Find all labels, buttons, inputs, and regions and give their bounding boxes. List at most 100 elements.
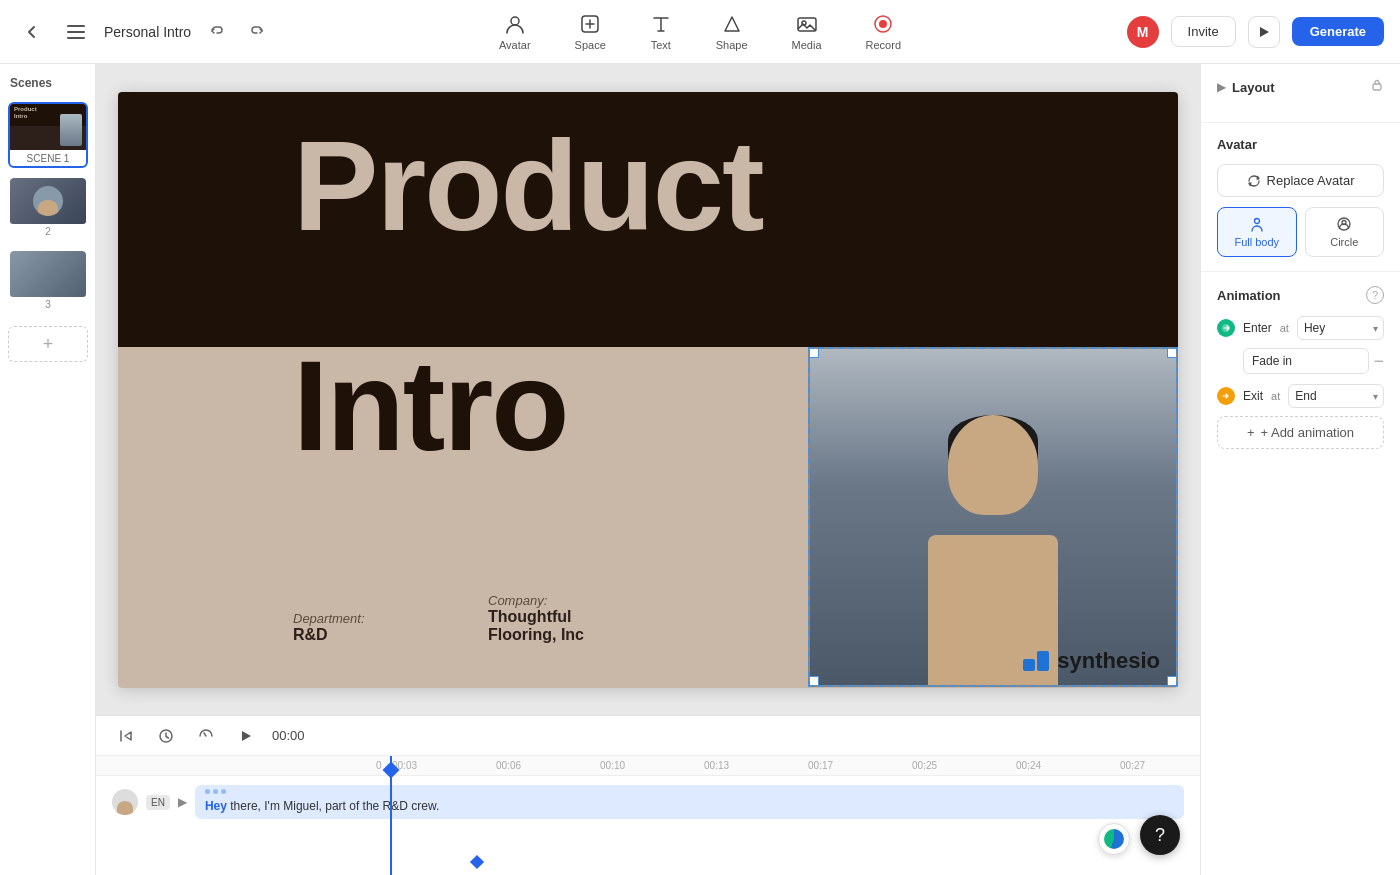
bottom-diamond[interactable] <box>470 855 484 869</box>
timeline-clock-button[interactable] <box>152 722 180 750</box>
layout-title: Layout <box>1232 80 1275 95</box>
timeline-speed-button[interactable] <box>192 722 220 750</box>
person-figure <box>893 395 1093 687</box>
tool-text[interactable]: Text <box>642 7 680 57</box>
animation-help-icon[interactable]: ? <box>1366 286 1384 304</box>
track-avatar-icon <box>112 789 138 815</box>
selection-handle-tr[interactable] <box>1167 348 1177 358</box>
fade-in-remove-icon[interactable]: − <box>1373 352 1384 370</box>
layout-lock-icon <box>1370 78 1384 96</box>
track-dot-1 <box>205 789 210 794</box>
tool-shape-label: Shape <box>716 39 748 51</box>
right-panel: ▶ Layout Avatar Replace Avatar Full bod <box>1200 64 1400 875</box>
timeline-area: 00:00 0 00:03 00:06 00:10 00:13 00:17 00… <box>96 715 1200 875</box>
exit-row: Exit at End Hey Start <box>1217 384 1384 408</box>
exit-label: Exit <box>1243 389 1263 403</box>
add-animation-button[interactable]: + + Add animation <box>1217 416 1384 449</box>
add-scene-icon: + <box>43 334 54 355</box>
track-content[interactable]: Hey there, I'm Miguel, part of the R&D c… <box>195 785 1184 819</box>
tool-record-label: Record <box>866 39 901 51</box>
replace-avatar-button[interactable]: Replace Avatar <box>1217 164 1384 197</box>
timeline-body: 0 00:03 00:06 00:10 00:13 00:17 00:25 00… <box>96 756 1200 875</box>
svg-point-0 <box>511 17 519 25</box>
timeline-play-button[interactable] <box>232 722 260 750</box>
back-button[interactable] <box>16 16 48 48</box>
avatar-section-header: Avatar <box>1217 137 1384 152</box>
enter-time-select[interactable]: Hey Start End <box>1297 316 1384 340</box>
add-scene-button[interactable]: + <box>8 326 88 362</box>
synthesio-text: synthesio <box>1057 648 1160 674</box>
tick-5: 00:17 <box>808 760 912 771</box>
replace-avatar-label: Replace Avatar <box>1267 173 1355 188</box>
track-expand-button[interactable]: ▶ <box>178 795 187 809</box>
layout-section: ▶ Layout <box>1201 64 1400 123</box>
scene-thumb-2[interactable]: 2 <box>8 176 88 241</box>
tool-media[interactable]: Media <box>784 7 830 57</box>
selection-handle-bl[interactable] <box>809 676 819 686</box>
slide-dept-label: Department: <box>293 611 365 626</box>
enter-row: Enter at Hey Start End <box>1217 316 1384 340</box>
exit-time-select[interactable]: End Hey Start <box>1288 384 1384 408</box>
help-fab-button[interactable]: ? <box>1140 815 1180 855</box>
scene-thumb-1[interactable]: ProductIntro SCENE 1 <box>8 102 88 168</box>
toolbar-left: Personal Intro <box>16 16 271 48</box>
play-button[interactable] <box>1248 16 1280 48</box>
scenes-sidebar: Scenes ProductIntro SCENE 1 2 <box>0 64 96 875</box>
project-title: Personal Intro <box>104 24 191 40</box>
menu-button[interactable] <box>60 16 92 48</box>
scene1-label: SCENE 1 <box>10 153 86 166</box>
generate-button[interactable]: Generate <box>1292 17 1384 46</box>
avatar-photo-box[interactable] <box>808 347 1178 687</box>
tool-shape[interactable]: Shape <box>708 7 756 57</box>
avatar-full-body-button[interactable]: Full body <box>1217 207 1297 257</box>
layout-title-row: ▶ Layout <box>1217 80 1275 95</box>
tool-space-label: Space <box>575 39 606 51</box>
tick-7: 00:24 <box>1016 760 1120 771</box>
svg-rect-7 <box>1373 84 1381 90</box>
scene-thumb-3[interactable]: 3 <box>8 249 88 314</box>
tick-2: 00:06 <box>496 760 600 771</box>
tool-avatar-label: Avatar <box>499 39 531 51</box>
enter-at-label: at <box>1280 322 1289 334</box>
synthesio-fab-icon <box>1104 829 1124 849</box>
timeline-controls: 00:00 <box>96 716 1200 756</box>
slide-canvas[interactable]: Product Intro Department: R&D Company: T… <box>118 92 1178 688</box>
selection-handle-tl[interactable] <box>809 348 819 358</box>
fade-in-row: Fade in − <box>1243 348 1384 374</box>
tool-media-label: Media <box>792 39 822 51</box>
track-dots <box>205 789 226 794</box>
track-text-highlight: Hey <box>205 799 227 813</box>
slide-title-product: Product <box>293 122 763 250</box>
svg-point-8 <box>1254 219 1259 224</box>
layout-section-header: ▶ Layout <box>1217 78 1384 96</box>
undo-button[interactable] <box>203 18 231 46</box>
tool-avatar[interactable]: Avatar <box>491 7 539 57</box>
exit-at-label: at <box>1271 390 1280 402</box>
timeline-time-display: 00:00 <box>272 728 305 743</box>
enter-badge <box>1217 319 1235 337</box>
tool-text-label: Text <box>651 39 671 51</box>
animation-section: Animation ? Enter at Hey Start End <box>1201 272 1400 463</box>
avatar-circle-button[interactable]: Circle <box>1305 207 1385 257</box>
tool-record[interactable]: Record <box>858 7 909 57</box>
animation-title: Animation <box>1217 288 1281 303</box>
invite-button[interactable]: Invite <box>1171 16 1236 47</box>
synthesio-logo: synthesio <box>1023 648 1160 674</box>
toolbar-right: M Invite Generate <box>1127 16 1384 48</box>
ruler-ticks: 0 00:03 00:06 00:10 00:13 00:17 00:25 00… <box>376 760 1200 771</box>
selection-handle-br[interactable] <box>1167 676 1177 686</box>
exit-time-select-wrapper: End Hey Start <box>1288 384 1384 408</box>
synth-square1 <box>1023 659 1035 671</box>
slide-company-label: Company: <box>488 593 584 608</box>
redo-button[interactable] <box>243 18 271 46</box>
synth-square2 <box>1037 651 1049 671</box>
slide-dept: Department: R&D <box>293 611 365 644</box>
slide-dept-value: R&D <box>293 626 365 644</box>
synthesio-fab[interactable] <box>1098 823 1130 855</box>
tick-6: 00:25 <box>912 760 1016 771</box>
tool-space[interactable]: Space <box>567 7 614 57</box>
track-row: EN ▶ Hey there, I'm Miguel, part of the … <box>96 776 1200 828</box>
canvas-area: Product Intro Department: R&D Company: T… <box>96 64 1200 875</box>
timeline-ruler: 0 00:03 00:06 00:10 00:13 00:17 00:25 00… <box>96 756 1200 776</box>
timeline-skip-back-button[interactable] <box>112 722 140 750</box>
